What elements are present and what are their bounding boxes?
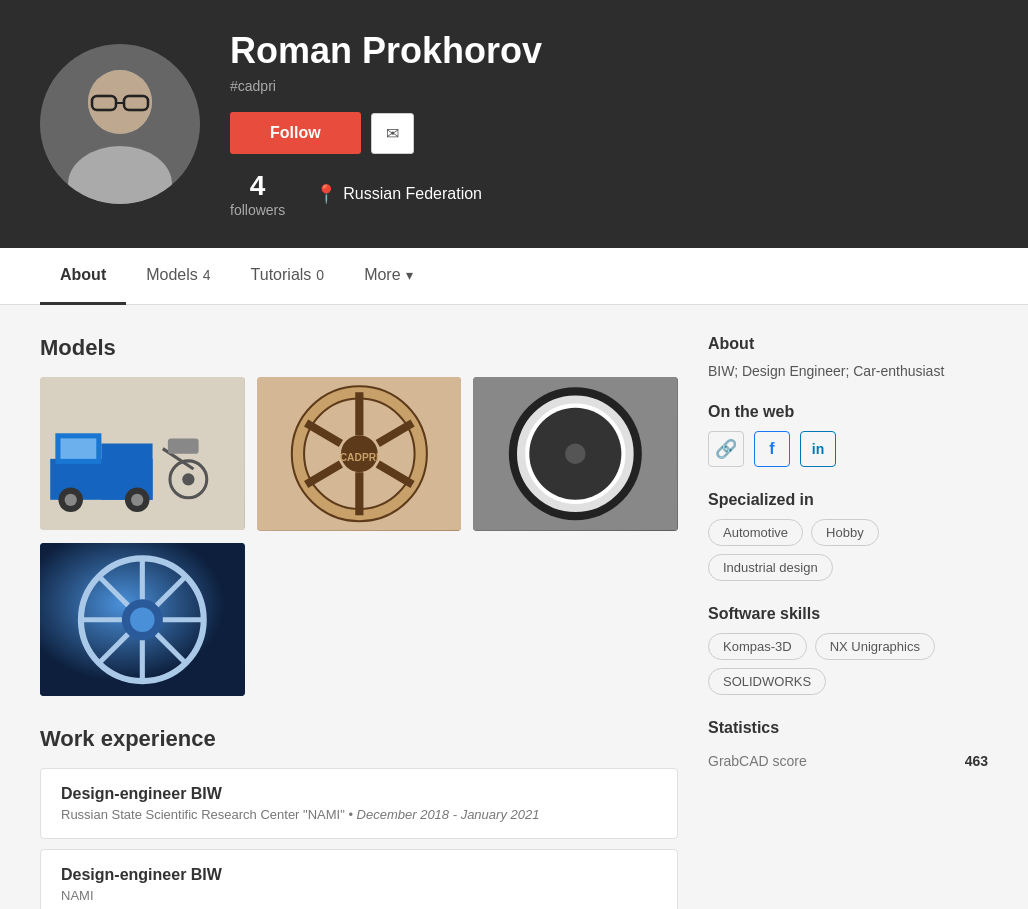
specialized-title: Specialized in — [708, 491, 988, 509]
profile-info: Roman Prokhorov #cadpri Follow ✉ 4 follo… — [230, 30, 988, 218]
models-section-title: Models — [40, 335, 678, 361]
nav-item-tutorials[interactable]: Tutorials 0 — [231, 248, 345, 305]
stats-row-grabcad: GrabCAD score 463 — [708, 747, 988, 775]
followers-count: 4 — [230, 170, 285, 202]
followers-block: 4 followers — [230, 170, 285, 218]
svg-point-21 — [182, 473, 194, 485]
right-column: About BIW; Design Engineer; Car-enthusia… — [708, 335, 988, 909]
work-date-0: December 2018 - January 2021 — [357, 807, 540, 822]
tag-automotive: Automotive — [708, 519, 803, 546]
model-card-rim[interactable] — [40, 543, 245, 696]
follow-button[interactable]: Follow — [230, 112, 361, 154]
work-company-1: NAMI — [61, 888, 657, 903]
software-tags: Kompas-3D NX Unigraphics SOLIDWORKS — [708, 633, 988, 695]
sidebar-software: Software skills Kompas-3D NX Unigraphics… — [708, 605, 988, 695]
models-badge: 4 — [203, 267, 211, 283]
svg-point-51 — [130, 607, 155, 632]
svg-point-18 — [131, 494, 143, 506]
work-experience-section: Work experience Design-engineer BIW Russ… — [40, 726, 678, 909]
work-title-1: Design-engineer BIW — [61, 866, 657, 884]
profile-meta: 4 followers 📍 Russian Federation — [230, 170, 988, 218]
tag-kompas: Kompas-3D — [708, 633, 807, 660]
model-card-truck[interactable] — [40, 377, 245, 530]
svg-rect-13 — [60, 438, 96, 458]
left-column: Models — [40, 335, 678, 909]
profile-name: Roman Prokhorov — [230, 30, 988, 72]
tag-nx: NX Unigraphics — [815, 633, 935, 660]
profile-header: Roman Prokhorov #cadpri Follow ✉ 4 follo… — [0, 0, 1028, 248]
about-text: BIW; Design Engineer; Car-enthusiast — [708, 363, 988, 379]
location-block: 📍 Russian Federation — [315, 183, 482, 205]
sidebar-about: About BIW; Design Engineer; Car-enthusia… — [708, 335, 988, 379]
svg-rect-22 — [168, 438, 199, 453]
svg-text:CADPRI: CADPRI — [339, 452, 378, 463]
avatar — [40, 44, 200, 204]
facebook-icon[interactable]: f — [754, 431, 790, 467]
sidebar-specialized: Specialized in Automotive Hobby Industri… — [708, 491, 988, 581]
tag-hobby: Hobby — [811, 519, 879, 546]
location-pin-icon: 📍 — [315, 183, 337, 205]
nav-item-more[interactable]: More ▾ — [344, 248, 432, 305]
linkedin-icon[interactable]: in — [800, 431, 836, 467]
tutorials-badge: 0 — [316, 267, 324, 283]
model-card-steering[interactable]: CADPRI — [257, 377, 462, 531]
more-chevron-icon: ▾ — [406, 267, 413, 283]
profile-nav: About Models 4 Tutorials 0 More ▾ — [0, 248, 1028, 305]
profile-actions: Follow ✉ — [230, 112, 988, 154]
message-button[interactable]: ✉ — [371, 113, 414, 154]
about-title: About — [708, 335, 988, 353]
main-content: Models — [0, 305, 1028, 909]
web-icons: 🔗 f in — [708, 431, 988, 467]
sidebar-on-web: On the web 🔗 f in — [708, 403, 988, 467]
software-title: Software skills — [708, 605, 988, 623]
svg-point-16 — [65, 494, 77, 506]
specialized-tags: Automotive Hobby Industrial design — [708, 519, 988, 581]
work-section-title: Work experience — [40, 726, 678, 752]
followers-label: followers — [230, 202, 285, 218]
svg-point-38 — [565, 444, 585, 464]
statistics-title: Statistics — [708, 719, 988, 737]
message-icon: ✉ — [386, 125, 399, 142]
models-grid: CADPRI — [40, 377, 678, 696]
profile-username: #cadpri — [230, 78, 988, 94]
stats-value-grabcad: 463 — [965, 753, 988, 769]
stats-label-grabcad: GrabCAD score — [708, 753, 807, 769]
sidebar-statistics: Statistics GrabCAD score 463 — [708, 719, 988, 775]
nav-item-models[interactable]: Models 4 — [126, 248, 230, 305]
work-card-0: Design-engineer BIW Russian State Scient… — [40, 768, 678, 839]
link-icon[interactable]: 🔗 — [708, 431, 744, 467]
location-text: Russian Federation — [343, 185, 482, 203]
work-company-0: Russian State Scientific Research Center… — [61, 807, 657, 822]
on-web-title: On the web — [708, 403, 988, 421]
model-card-wheel[interactable] — [473, 377, 678, 531]
work-card-1: Design-engineer BIW NAMI — [40, 849, 678, 909]
tag-solidworks: SOLIDWORKS — [708, 668, 826, 695]
nav-item-about[interactable]: About — [40, 248, 126, 305]
work-title-0: Design-engineer BIW — [61, 785, 657, 803]
tag-industrial-design: Industrial design — [708, 554, 833, 581]
